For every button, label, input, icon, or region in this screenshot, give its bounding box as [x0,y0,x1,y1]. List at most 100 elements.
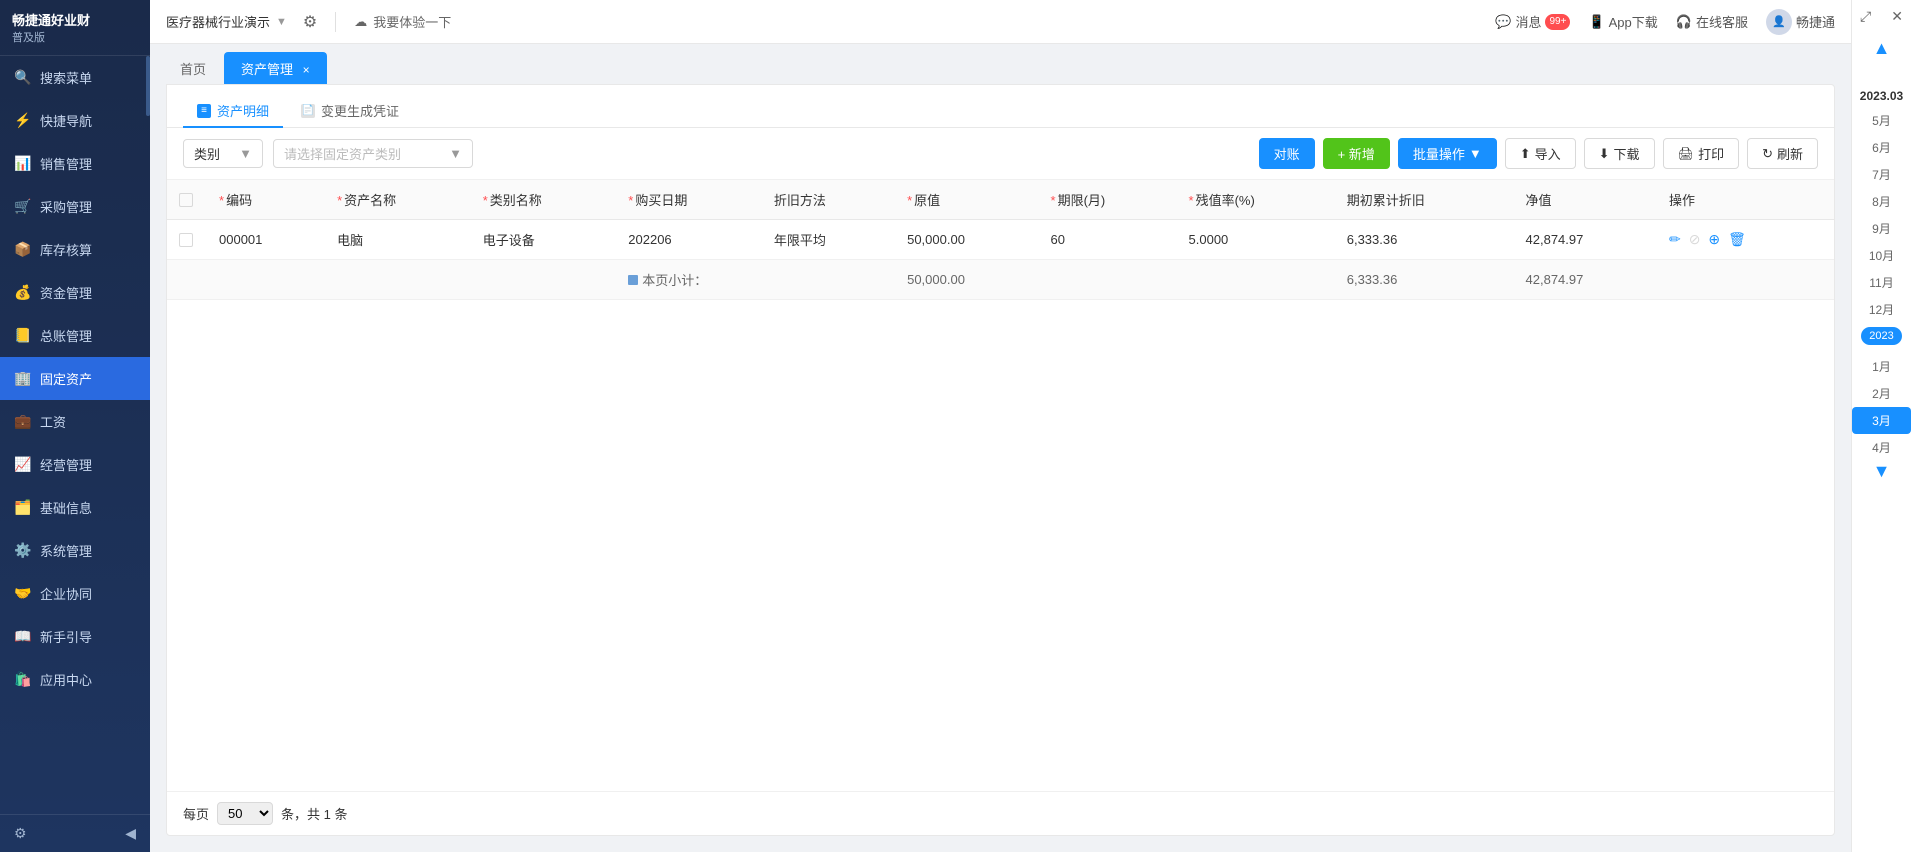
table-container: *编码 *资产名称 *类别名称 *购买日期 折旧方法 *原值 *期限(月) *残… [167,180,1834,791]
download-icon: ⬇ [1599,146,1610,162]
online-service-btn[interactable]: 🎧 在线客服 [1676,12,1748,31]
sidebar-item-guide[interactable]: 📖 新手引导 [0,615,150,658]
collapse-icon[interactable]: ◀ [125,825,136,842]
ledger-icon: 📒 [14,327,32,344]
toolbar: 类别 ▼ 请选择固定资产类别 ▼ 对账 + 新增 批量操作 ▼ ⬆ [167,128,1834,180]
topbar-settings-icon[interactable]: ⚙ [303,12,317,32]
month-10[interactable]: 10月 [1852,242,1911,269]
subtotal-empty-1 [167,260,207,300]
delete-btn[interactable]: 🗑 [1728,231,1746,248]
scroll-up-icon[interactable]: ▲ [1873,38,1891,59]
page-size-select[interactable]: 50 10 20 100 [217,802,273,825]
th-purchase-date: *购买日期 [616,180,762,220]
funds-icon: 💰 [14,284,32,301]
app-download-btn[interactable]: 📱 App下载 [1588,12,1657,31]
sidebar-label-payroll: 工资 [40,412,66,431]
online-service-label: 在线客服 [1696,12,1748,31]
system-icon: ⚙️ [14,542,32,559]
sidebar-item-system[interactable]: ⚙️ 系统管理 [0,529,150,572]
select-all-checkbox[interactable] [179,193,193,207]
sidebar-item-assets[interactable]: 🏢 固定资产 [0,357,150,400]
company-selector[interactable]: 医疗器械行业演示 ▼ [166,12,287,31]
asset-detail-icon: ≡ [197,104,211,118]
row-depreciation-method: 年限平均 [762,220,895,260]
payroll-icon: 💼 [14,413,32,430]
category-filter[interactable]: 类别 ▼ [183,139,263,168]
subtotal-empty-3 [325,260,471,300]
month-5[interactable]: 5月 [1852,107,1911,134]
reconcile-btn[interactable]: 对账 [1259,138,1315,169]
sidebar-item-basic[interactable]: 🗂️ 基础信息 [0,486,150,529]
sidebar-item-cooperation[interactable]: 🤝 企业协同 [0,572,150,615]
sidebar-label-purchase: 采购管理 [40,197,92,216]
month-11[interactable]: 11月 [1852,269,1911,296]
month-4[interactable]: 4月 [1852,434,1911,461]
sidebar-item-payroll[interactable]: 💼 工资 [0,400,150,443]
sidebar-item-search[interactable]: 🔍 搜索菜单 [0,56,150,99]
sidebar-item-quicknav[interactable]: ⚡ 快捷导航 [0,99,150,142]
row-checkbox[interactable] [179,233,193,247]
sidebar: 畅捷通好业财 普及版 🔍 搜索菜单 ⚡ 快捷导航 📊 销售管理 🛒 采购管理 📦 [0,0,150,852]
month-7[interactable]: 7月 [1852,161,1911,188]
sub-tab-voucher[interactable]: 📄 变更生成凭证 [287,95,413,128]
avatar: 👤 [1766,9,1792,35]
settings-bottom-icon[interactable]: ⚙ [14,825,27,842]
asset-table: *编码 *资产名称 *类别名称 *购买日期 折旧方法 *原值 *期限(月) *残… [167,180,1834,300]
current-year-months: 1月 2月 3月 4月 [1852,353,1911,461]
subtotal-label-cell: 本页小计： [616,260,895,300]
duplicate-btn[interactable]: ⊕ [1708,231,1720,248]
row-code: 000001 [207,220,325,260]
row-category: 电子设备 [471,220,617,260]
subtotal-net-value: 42,874.97 [1514,260,1657,300]
edit-btn[interactable]: ✏ [1669,231,1681,248]
sidebar-item-inventory[interactable]: 📦 库存核算 [0,228,150,271]
tab-close-icon[interactable]: × [303,63,310,77]
scroll-down-icon[interactable]: ▼ [1873,461,1891,482]
month-1[interactable]: 1月 [1852,353,1911,380]
sidebar-label-system: 系统管理 [40,541,92,560]
experience-btn[interactable]: ☁ 我要体验一下 [354,12,451,31]
sidebar-label-ledger: 总账管理 [40,326,92,345]
batch-btn[interactable]: 批量操作 ▼ [1398,138,1497,169]
import-btn[interactable]: ⬆ 导入 [1505,138,1576,169]
sidebar-item-purchase[interactable]: 🛒 采购管理 [0,185,150,228]
copy-btn[interactable]: ⊘ [1689,231,1701,248]
sub-tab-asset-detail[interactable]: ≡ 资产明细 [183,95,283,128]
th-original-value: *原值 [895,180,1038,220]
sidebar-item-sales[interactable]: 📊 销售管理 [0,142,150,185]
sidebar-item-ledger[interactable]: 📒 总账管理 [0,314,150,357]
toolbar-right: 对账 + 新增 批量操作 ▼ ⬆ 导入 ⬇ 下载 🖨 [1259,138,1818,169]
sidebar-item-appstore[interactable]: 🛍️ 应用中心 [0,658,150,701]
panel-year: 2023.03 [1860,89,1903,103]
sidebar-item-funds[interactable]: 💰 资金管理 [0,271,150,314]
month-3[interactable]: 3月 [1852,407,1911,434]
row-actions: ✏ ⊘ ⊕ 🗑 [1657,220,1834,260]
th-period: *期限(月) [1039,180,1177,220]
refresh-btn[interactable]: ↻ 刷新 [1747,138,1818,169]
current-year-badge[interactable]: 2023 [1861,327,1901,345]
month-9[interactable]: 9月 [1852,215,1911,242]
tab-assets[interactable]: 资产管理 × [224,52,327,84]
sidebar-item-operations[interactable]: 📈 经营管理 [0,443,150,486]
download-btn[interactable]: ⬇ 下载 [1584,138,1655,169]
sidebar-label-quicknav: 快捷导航 [40,111,92,130]
row-original-value: 50,000.00 [895,220,1038,260]
row-name: 电脑 [325,220,471,260]
panel-expand-icon[interactable]: ⤢ [1860,8,1871,25]
print-btn[interactable]: 🖨 打印 [1663,138,1740,169]
month-6[interactable]: 6月 [1852,134,1911,161]
category-input[interactable]: 请选择固定资产类别 ▼ [273,139,473,168]
subtotal-icon [628,275,638,285]
month-8[interactable]: 8月 [1852,188,1911,215]
refresh-icon: ↻ [1762,146,1773,162]
user-avatar-btn[interactable]: 👤 畅捷通 [1766,9,1835,35]
tab-home[interactable]: 首页 [166,53,220,84]
new-btn[interactable]: + 新增 [1323,138,1390,169]
sidebar-label-funds: 资金管理 [40,283,92,302]
panel-close-icon[interactable]: ✕ [1891,8,1903,25]
th-net-value: 净值 [1514,180,1657,220]
month-12[interactable]: 12月 [1852,296,1911,323]
month-2[interactable]: 2月 [1852,380,1911,407]
company-dropdown-arrow: ▼ [276,16,287,28]
messages-btn[interactable]: 💬 消息 99+ [1495,12,1570,31]
